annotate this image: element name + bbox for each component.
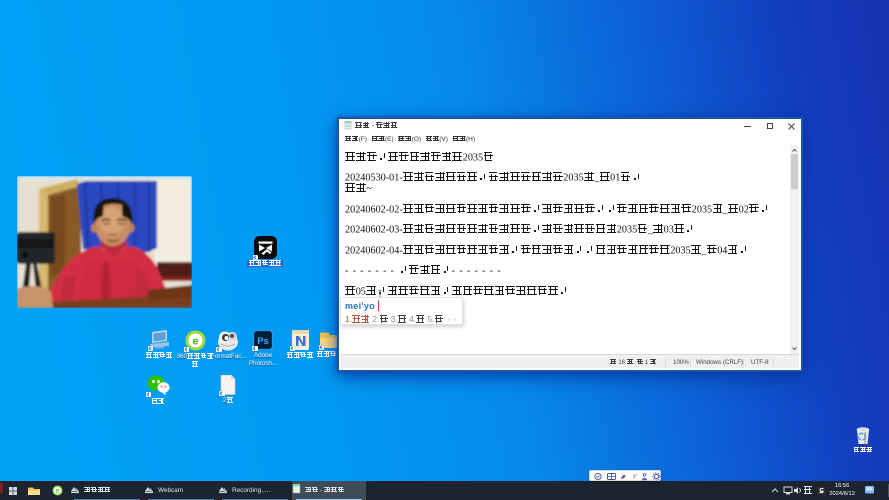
svg-text:e: e xyxy=(192,336,198,348)
svg-text:e: e xyxy=(56,488,60,495)
svg-text:Ps: Ps xyxy=(257,336,269,347)
